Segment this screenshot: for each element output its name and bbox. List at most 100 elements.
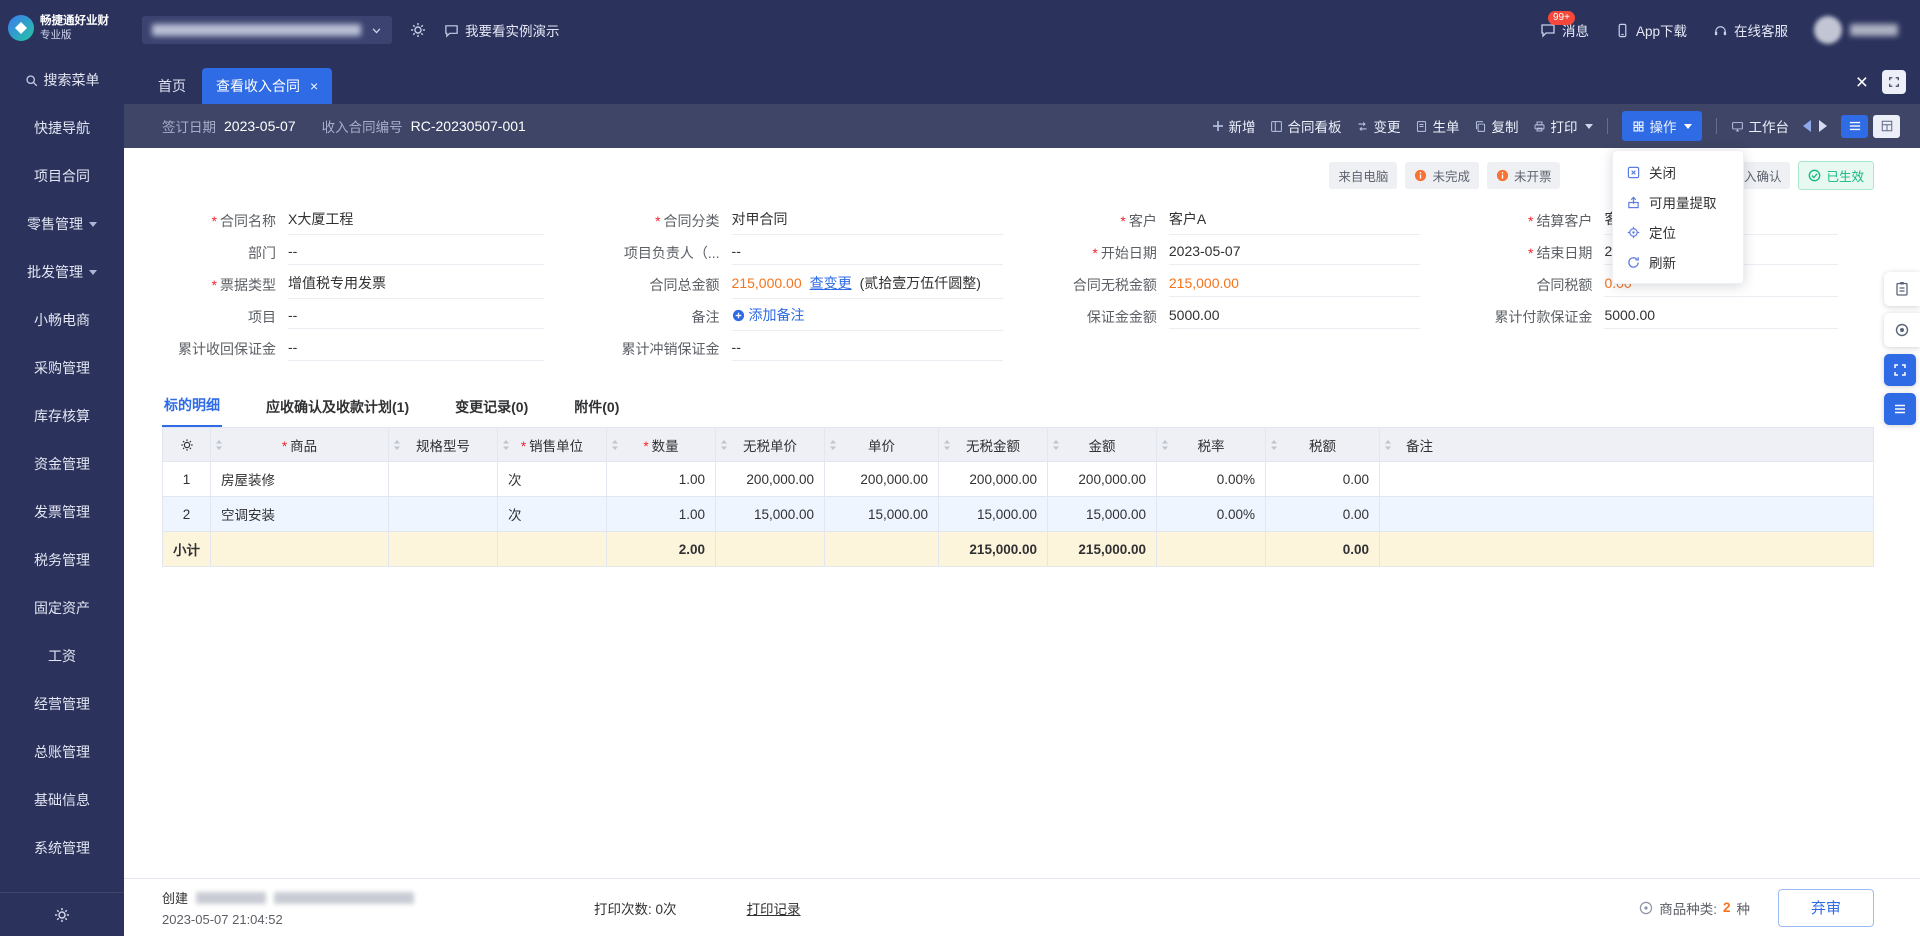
tab-close-icon[interactable]: × — [310, 78, 318, 94]
new-button[interactable]: 新增 — [1212, 116, 1256, 136]
created-time: 2023-05-07 21:04:52 — [162, 912, 283, 927]
generate-order-button[interactable]: 生单 — [1415, 116, 1460, 136]
menu-item-close[interactable]: 关闭 — [1613, 157, 1743, 187]
sidebar-item-invoice[interactable]: 发票管理 — [0, 488, 124, 536]
sidebar-item-search-menu[interactable]: 搜索菜单 — [0, 56, 124, 104]
chevron-down-icon — [371, 25, 382, 36]
sidebar-item-inventory[interactable]: 库存核算 — [0, 392, 124, 440]
print-log-link[interactable]: 打印记录 — [747, 898, 801, 918]
sidebar-item-label: 发票管理 — [34, 504, 90, 520]
tab-change-log[interactable]: 变更记录(0) — [453, 397, 530, 427]
next-record-icon[interactable] — [1819, 120, 1827, 132]
action-button[interactable]: 操作 — [1621, 111, 1702, 141]
column-header-spec[interactable]: 规格型号 — [388, 427, 498, 462]
copy-button[interactable]: 复制 — [1474, 116, 1519, 136]
org-selector[interactable] — [142, 16, 392, 44]
column-settings-button[interactable] — [162, 427, 211, 462]
chevron-down-icon — [89, 221, 97, 227]
column-header-qty[interactable]: 数量 — [606, 427, 716, 462]
online-service-button[interactable]: 在线客服 — [1713, 20, 1788, 40]
tab-attachments[interactable]: 附件(0) — [572, 397, 621, 427]
column-header-tax[interactable]: 税额 — [1265, 427, 1380, 462]
settings-gear-icon[interactable] — [410, 22, 426, 38]
messages-button[interactable]: 99+ 消息 — [1540, 11, 1589, 40]
clipboard-tool-button[interactable] — [1884, 272, 1920, 306]
card-view-button[interactable] — [1873, 114, 1900, 138]
tab-line-detail[interactable]: 标的明细 — [162, 395, 222, 427]
list-tool-button[interactable] — [1884, 393, 1916, 425]
contract-board-label: 合同看板 — [1287, 120, 1342, 135]
column-header-tax-rate[interactable]: 税率 — [1156, 427, 1266, 462]
sidebar-item-system[interactable]: 系统管理 — [0, 824, 124, 872]
field-recovered-deposit: 累计收回保证金 -- — [162, 333, 580, 365]
sidebar-item-tax[interactable]: 税务管理 — [0, 536, 124, 584]
app-download-label: App下载 — [1635, 24, 1687, 39]
source-badge-label: 来自电脑 — [1338, 170, 1389, 184]
field-value: 215,000.00 — [1168, 275, 1239, 291]
change-button[interactable]: 变更 — [1356, 116, 1401, 136]
cell-unit: 次 — [497, 461, 607, 497]
fullscreen-icon[interactable] — [1882, 70, 1906, 94]
print-count-value: 0次 — [655, 901, 677, 917]
print-button[interactable]: 打印 — [1533, 116, 1593, 136]
sort-icon — [393, 439, 401, 451]
sidebar-item-wholesale[interactable]: 批发管理 — [0, 248, 124, 296]
menu-item-locate[interactable]: 定位 — [1613, 217, 1743, 247]
online-service-label: 在线客服 — [1734, 24, 1788, 39]
tab-home[interactable]: 首页 — [142, 68, 202, 104]
field-value: X大厦工程 — [288, 211, 354, 227]
field-value: 增值税专用发票 — [288, 275, 386, 291]
field-label: 合同总金额 — [649, 277, 720, 293]
column-header-product[interactable]: 商品 — [210, 427, 389, 462]
sidebar-item-funds[interactable]: 资金管理 — [0, 440, 124, 488]
sidebar-item-label: 基础信息 — [34, 792, 90, 808]
cell-qty: 1.00 — [606, 496, 716, 532]
info-circle-icon — [1496, 169, 1509, 182]
close-icon[interactable]: × — [1856, 72, 1868, 93]
demo-link[interactable]: 我要看实例演示 — [444, 20, 560, 40]
sort-icon — [215, 439, 223, 451]
user-avatar[interactable] — [1814, 16, 1898, 44]
sidebar-item-basic-info[interactable]: 基础信息 — [0, 776, 124, 824]
copy-icon — [1474, 120, 1487, 133]
sidebar-item-ecommerce[interactable]: 小畅电商 — [0, 296, 124, 344]
sidebar-item-project-contract[interactable]: 项目合同 — [0, 152, 124, 200]
prev-record-icon[interactable] — [1803, 120, 1811, 132]
field-label: 结算客户 — [1456, 211, 1604, 231]
column-label: 销售单位 — [521, 439, 583, 454]
workbench-button[interactable]: 工作台 — [1731, 116, 1789, 136]
menu-item-extract-quantity[interactable]: 可用量提取 — [1613, 187, 1743, 217]
sidebar-item-fixed-assets[interactable]: 固定资产 — [0, 584, 124, 632]
sidebar-item-salary[interactable]: 工资 — [0, 632, 124, 680]
column-header-note[interactable]: 备注 — [1379, 427, 1874, 462]
gear-icon — [54, 907, 70, 923]
column-header-price-ex[interactable]: 无税单价 — [715, 427, 825, 462]
menu-item-refresh[interactable]: 刷新 — [1613, 247, 1743, 277]
column-header-amount[interactable]: 金额 — [1047, 427, 1157, 462]
sku-label: 商品种类: — [1659, 901, 1717, 917]
sidebar-item-retail[interactable]: 零售管理 — [0, 200, 124, 248]
sidebar-item-purchase[interactable]: 采购管理 — [0, 344, 124, 392]
action-dropdown-menu: 关闭 可用量提取 定位 刷新 — [1612, 150, 1744, 284]
list-view-button[interactable] — [1841, 114, 1868, 138]
sidebar-settings-button[interactable] — [0, 892, 124, 936]
add-note-link[interactable]: 添加备注 — [732, 305, 805, 325]
reject-approval-button[interactable]: 弃审 — [1778, 888, 1874, 927]
app-download-button[interactable]: App下载 — [1615, 20, 1687, 40]
column-header-price[interactable]: 单价 — [824, 427, 939, 462]
cell-product: 空调安装 — [210, 496, 389, 532]
field-value: -- — [288, 339, 298, 355]
tab-view-income-contract[interactable]: 查看收入合同 × — [202, 68, 333, 104]
tab-receivable-plan[interactable]: 应收确认及收款计划(1) — [264, 397, 411, 427]
column-header-unit[interactable]: 销售单位 — [497, 427, 607, 462]
cell-price-ex: 200,000.00 — [715, 461, 825, 497]
expand-tool-button[interactable] — [1884, 354, 1916, 386]
sidebar-item-quick-nav[interactable]: 快捷导航 — [0, 104, 124, 152]
view-change-link[interactable]: 查变更 — [810, 273, 852, 293]
sidebar-item-general-ledger[interactable]: 总账管理 — [0, 728, 124, 776]
column-header-amount-ex[interactable]: 无税金额 — [938, 427, 1048, 462]
sidebar-item-operation[interactable]: 经营管理 — [0, 680, 124, 728]
contract-board-button[interactable]: 合同看板 — [1270, 116, 1342, 136]
ring-tool-button[interactable] — [1884, 313, 1920, 347]
subtotal-row: 小计 2.00 215,000.00 215,000.00 0.00 — [162, 531, 1874, 567]
